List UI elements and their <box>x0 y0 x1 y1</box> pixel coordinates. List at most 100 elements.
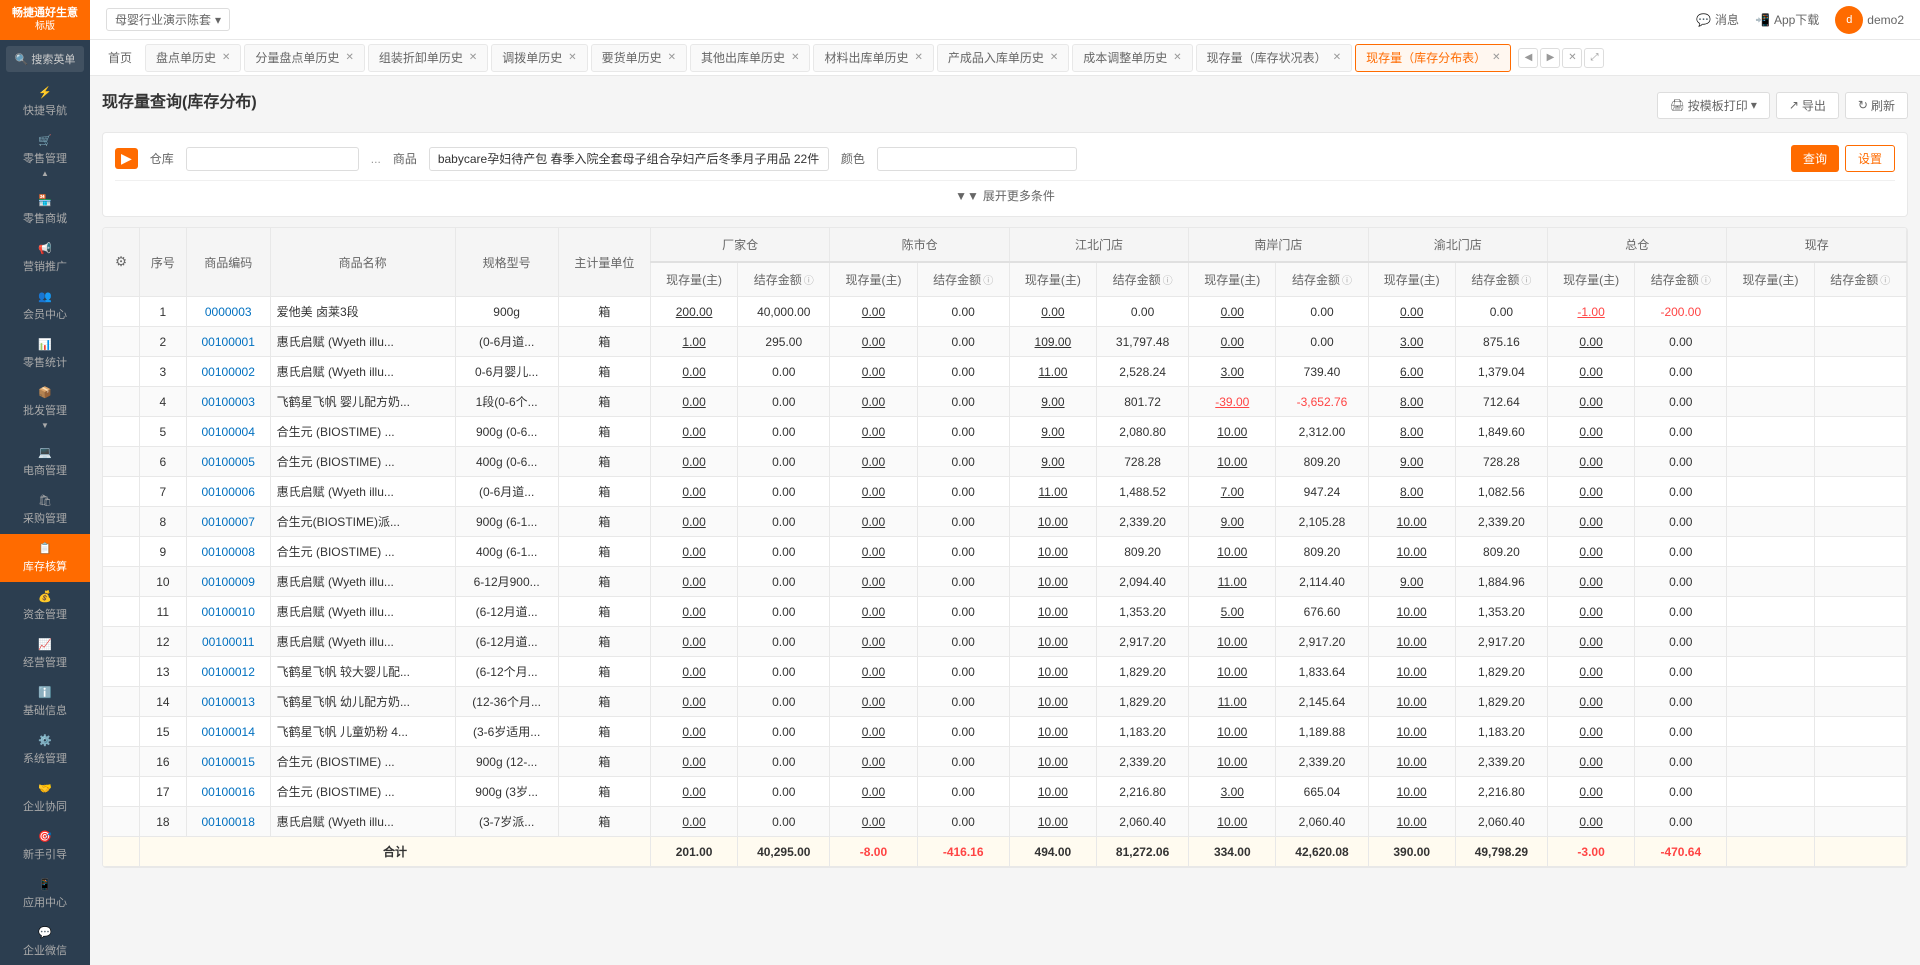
td-f-cur[interactable]: 1.00 <box>650 327 737 357</box>
td-code[interactable]: 00100013 <box>186 687 270 717</box>
sidebar-item-inventory[interactable]: 📋库存核算 <box>0 534 90 582</box>
tab-order[interactable]: 要货单历史 ✕ <box>591 44 687 72</box>
td-tot-cur[interactable]: 0.00 <box>1548 447 1635 477</box>
expand-filters-button[interactable]: ▼▼ 展开更多条件 <box>115 180 1895 204</box>
td-code[interactable]: 00100001 <box>186 327 270 357</box>
td-c-cur[interactable]: 0.00 <box>830 657 917 687</box>
td-na-cur[interactable]: 0.00 <box>1189 297 1276 327</box>
td-na-cur[interactable]: 10.00 <box>1189 717 1276 747</box>
sidebar-item-wholesale[interactable]: 📦批发管理▼ <box>0 378 90 438</box>
query-button[interactable]: 查询 <box>1791 145 1839 172</box>
td-tot-cur[interactable]: 0.00 <box>1548 777 1635 807</box>
td-jb-cur[interactable]: 10.00 <box>1009 717 1096 747</box>
td-jb-cur[interactable]: 10.00 <box>1009 507 1096 537</box>
tab-qty-check[interactable]: 分量盘点单历史 ✕ <box>244 44 364 72</box>
warehouse-dots-button[interactable]: ... <box>371 152 381 166</box>
td-na-cur[interactable]: 10.00 <box>1189 447 1276 477</box>
td-f-cur[interactable]: 0.00 <box>650 387 737 417</box>
td-f-cur[interactable]: 0.00 <box>650 807 737 837</box>
td-c-cur[interactable]: 0.00 <box>830 357 917 387</box>
td-na-cur[interactable]: 11.00 <box>1189 567 1276 597</box>
td-jb-cur[interactable]: 109.00 <box>1009 327 1096 357</box>
td-na-cur[interactable]: 7.00 <box>1189 477 1276 507</box>
td-jb-cur[interactable]: 9.00 <box>1009 447 1096 477</box>
tab-close-icon[interactable]: ✕ <box>1050 52 1058 63</box>
sidebar-item-ecommerce[interactable]: 💻电商管理 <box>0 438 90 486</box>
td-tot-cur[interactable]: 0.00 <box>1548 327 1635 357</box>
td-code[interactable]: 00100018 <box>186 807 270 837</box>
td-yb-cur[interactable]: 10.00 <box>1368 807 1455 837</box>
expand-tabs-button[interactable]: ⤢ <box>1584 48 1604 68</box>
td-f-cur[interactable]: 200.00 <box>650 297 737 327</box>
close-all-tabs-button[interactable]: ✕ <box>1562 48 1582 68</box>
td-tot-cur[interactable]: 0.00 <box>1548 537 1635 567</box>
td-jb-cur[interactable]: 11.00 <box>1009 477 1096 507</box>
td-tot-cur[interactable]: -1.00 <box>1548 297 1635 327</box>
td-yb-cur[interactable]: 10.00 <box>1368 687 1455 717</box>
td-jb-cur[interactable]: 11.00 <box>1009 357 1096 387</box>
td-f-cur[interactable]: 0.00 <box>650 687 737 717</box>
td-na-cur[interactable]: 10.00 <box>1189 627 1276 657</box>
td-jb-cur[interactable]: 10.00 <box>1009 567 1096 597</box>
td-f-cur[interactable]: 0.00 <box>650 537 737 567</box>
tab-close-icon[interactable]: ✕ <box>791 52 799 63</box>
td-f-cur[interactable]: 0.00 <box>650 357 737 387</box>
sidebar-item-member[interactable]: 👥会员中心 <box>0 282 90 330</box>
td-na-cur[interactable]: 11.00 <box>1189 687 1276 717</box>
td-code[interactable]: 0000003 <box>186 297 270 327</box>
tab-close-icon[interactable]: ✕ <box>1173 52 1181 63</box>
td-code[interactable]: 00100002 <box>186 357 270 387</box>
td-code[interactable]: 00100009 <box>186 567 270 597</box>
td-tot-cur[interactable]: 0.00 <box>1548 357 1635 387</box>
td-tot-cur[interactable]: 0.00 <box>1548 657 1635 687</box>
td-c-cur[interactable]: 0.00 <box>830 297 917 327</box>
tab-close-icon[interactable]: ✕ <box>222 52 230 63</box>
td-c-cur[interactable]: 0.00 <box>830 717 917 747</box>
td-c-cur[interactable]: 0.00 <box>830 747 917 777</box>
td-na-cur[interactable]: 9.00 <box>1189 507 1276 537</box>
td-c-cur[interactable]: 0.00 <box>830 417 917 447</box>
td-yb-cur[interactable]: 10.00 <box>1368 717 1455 747</box>
td-f-cur[interactable]: 0.00 <box>650 747 737 777</box>
sidebar-item-purchase[interactable]: 🛍采购管理 <box>0 486 90 534</box>
td-c-cur[interactable]: 0.00 <box>830 477 917 507</box>
tab-other-out[interactable]: 其他出库单历史 ✕ <box>690 44 810 72</box>
tab-transfer[interactable]: 调拨单历史 ✕ <box>491 44 587 72</box>
info-icon[interactable]: ⓘ <box>1701 272 1711 287</box>
tab-stock-status[interactable]: 现存量（库存状况表） ✕ <box>1196 44 1352 72</box>
tab-close-icon[interactable]: ✕ <box>668 52 676 63</box>
td-na-cur[interactable]: 3.00 <box>1189 357 1276 387</box>
td-f-cur[interactable]: 0.00 <box>650 417 737 447</box>
td-yb-cur[interactable]: 8.00 <box>1368 417 1455 447</box>
next-tab-button[interactable]: ▶ <box>1540 48 1560 68</box>
td-c-cur[interactable]: 0.00 <box>830 447 917 477</box>
td-f-cur[interactable]: 0.00 <box>650 597 737 627</box>
td-code[interactable]: 00100014 <box>186 717 270 747</box>
th-gear[interactable]: ⚙ <box>103 228 140 297</box>
td-jb-cur[interactable]: 10.00 <box>1009 777 1096 807</box>
td-f-cur[interactable]: 0.00 <box>650 657 737 687</box>
tab-product-in[interactable]: 产成品入库单历史 ✕ <box>937 44 1069 72</box>
sidebar-item-marketing[interactable]: 📢营销推广 <box>0 234 90 282</box>
td-na-cur[interactable]: 10.00 <box>1189 747 1276 777</box>
td-tot-cur[interactable]: 0.00 <box>1548 567 1635 597</box>
tab-cost-adj[interactable]: 成本调整单历史 ✕ <box>1072 44 1192 72</box>
td-code[interactable]: 00100015 <box>186 747 270 777</box>
td-code[interactable]: 00100006 <box>186 477 270 507</box>
td-yb-cur[interactable]: 10.00 <box>1368 627 1455 657</box>
td-f-cur[interactable]: 0.00 <box>650 477 737 507</box>
info-icon[interactable]: ⓘ <box>1521 272 1531 287</box>
td-tot-cur[interactable]: 0.00 <box>1548 807 1635 837</box>
td-code[interactable]: 00100008 <box>186 537 270 567</box>
td-jb-cur[interactable]: 9.00 <box>1009 387 1096 417</box>
sidebar-item-retail-mall[interactable]: 🏪零售商城 <box>0 186 90 234</box>
td-f-cur[interactable]: 0.00 <box>650 567 737 597</box>
td-jb-cur[interactable]: 10.00 <box>1009 807 1096 837</box>
td-yb-cur[interactable]: 9.00 <box>1368 447 1455 477</box>
sidebar-item-newbie[interactable]: 🎯新手引导 <box>0 822 90 870</box>
tab-assembly[interactable]: 组装折卸单历史 ✕ <box>368 44 488 72</box>
td-code[interactable]: 00100004 <box>186 417 270 447</box>
tab-close-icon[interactable]: ✕ <box>914 52 922 63</box>
td-yb-cur[interactable]: 10.00 <box>1368 507 1455 537</box>
td-yb-cur[interactable]: 10.00 <box>1368 747 1455 777</box>
